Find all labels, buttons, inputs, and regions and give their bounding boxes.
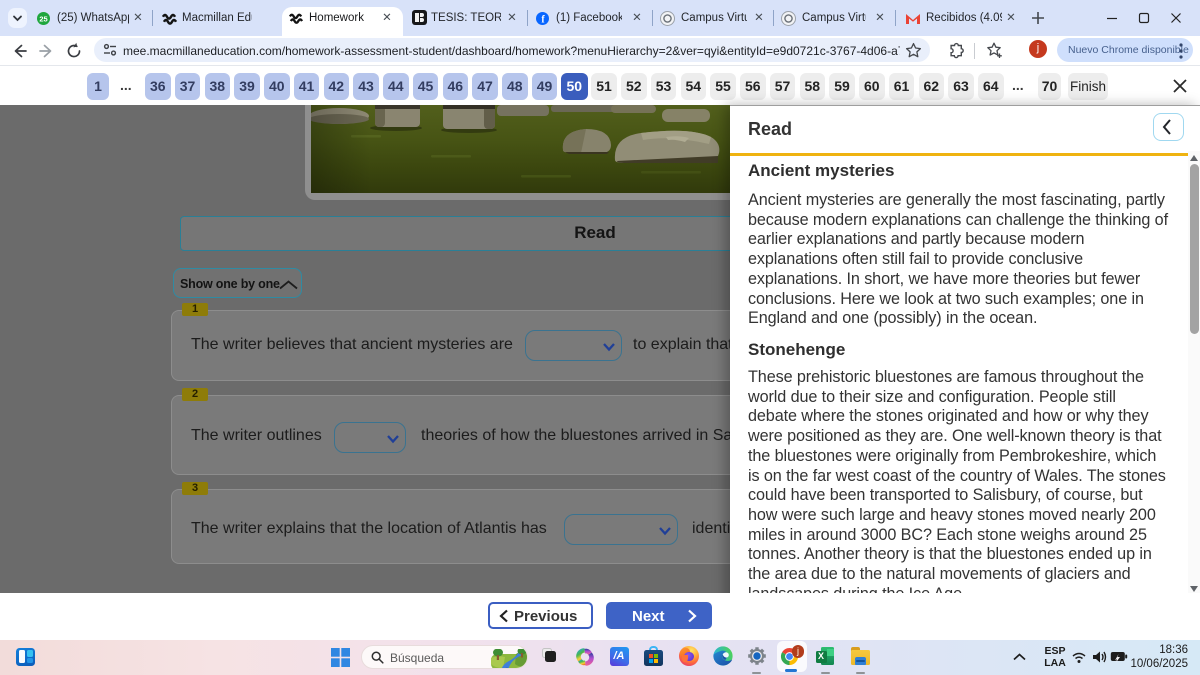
svg-text:25: 25	[39, 14, 47, 23]
